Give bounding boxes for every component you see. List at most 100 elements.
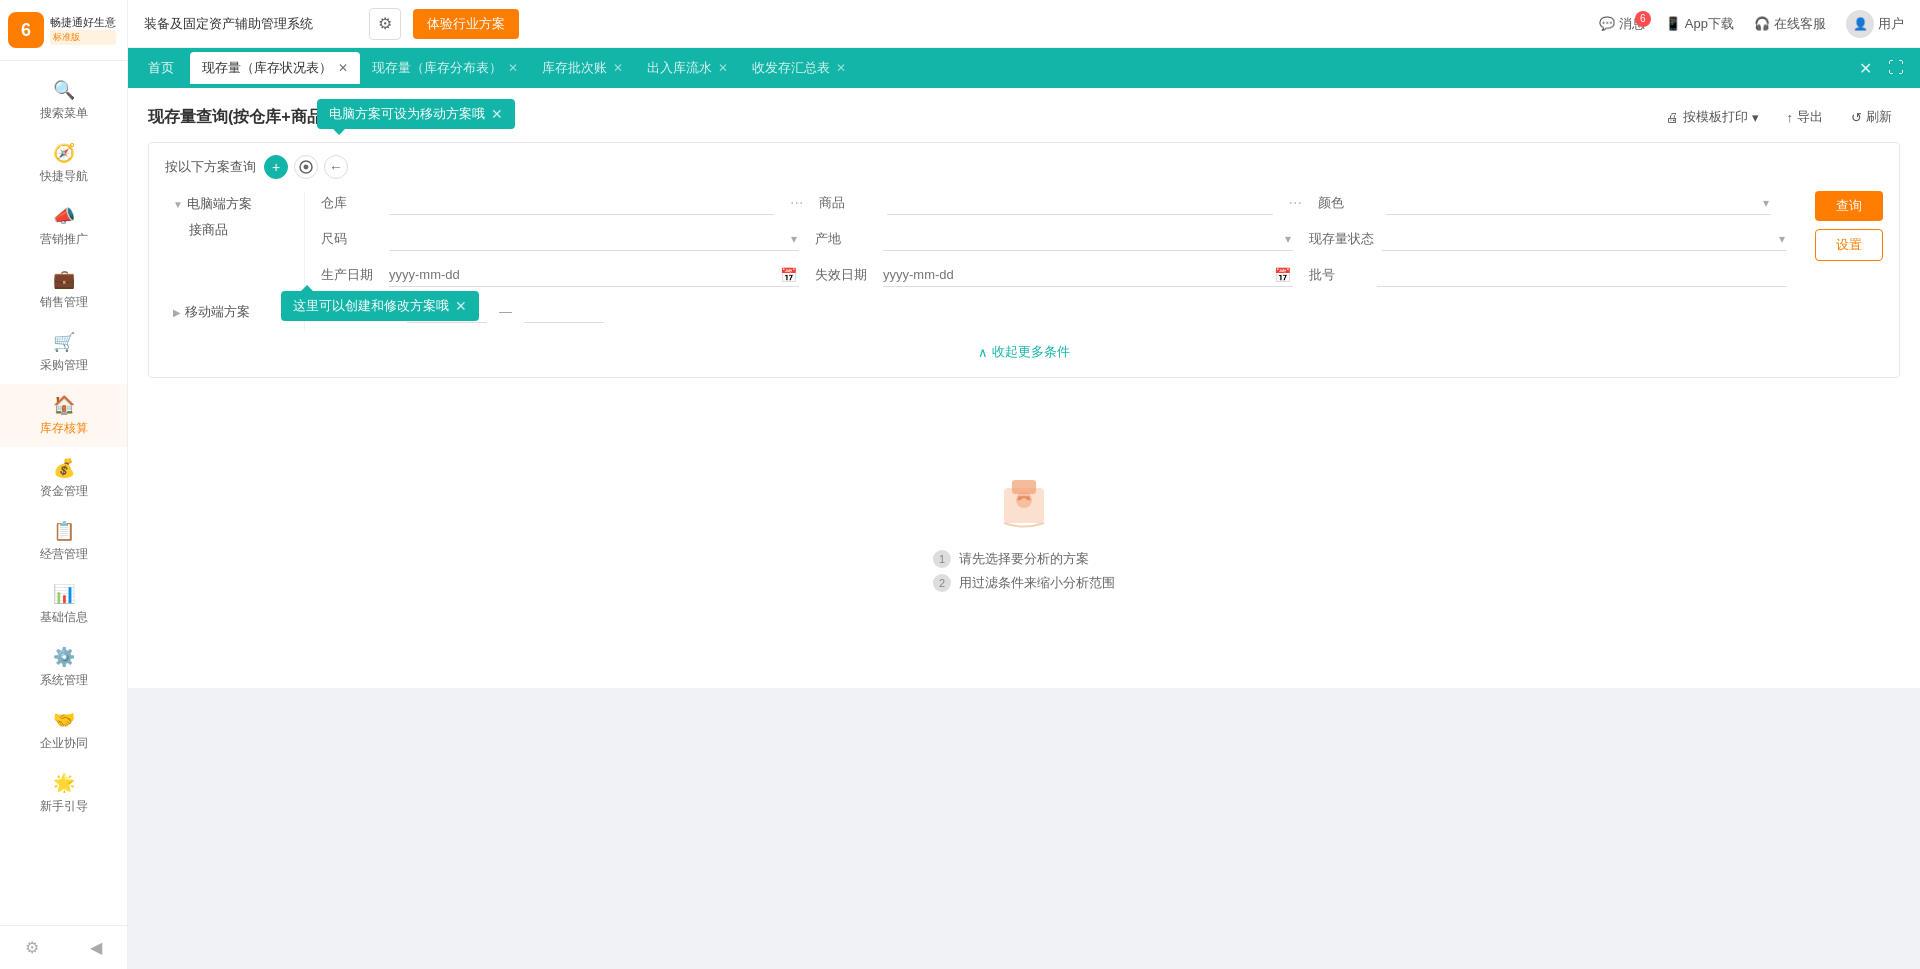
message-button[interactable]: 💬 消息 6: [1599, 15, 1645, 33]
app-download-button[interactable]: 📱 App下载: [1665, 15, 1734, 33]
expire-date-from-icon[interactable]: 📅: [1274, 267, 1291, 283]
print-button[interactable]: 🖨 按模板打印 ▾: [1658, 104, 1767, 130]
warehouse-dots[interactable]: ···: [790, 194, 803, 212]
sidebar-item-purchase[interactable]: 🛒 采购管理: [0, 321, 127, 384]
print-dropdown-icon: ▾: [1752, 110, 1759, 125]
finance-icon: 💰: [53, 457, 75, 479]
operation-icon: 📋: [53, 520, 75, 542]
sidebar-item-operation-label: 经营管理: [40, 546, 88, 563]
sidebar-item-finance[interactable]: 💰 资金管理: [0, 447, 127, 510]
filter-section: 按以下方案查询 + ← 电脑方案可设为移动方案哦: [148, 142, 1900, 378]
user-menu[interactable]: 👤 用户: [1846, 10, 1904, 38]
size-label: 尺码: [321, 230, 381, 248]
experience-button[interactable]: 体验行业方案: [413, 9, 519, 39]
main-area: 装备及固定资产辅助管理系统 ⚙ 体验行业方案 💬 消息 6 📱 App下载 🎧 …: [128, 0, 1920, 969]
sidebar-item-marketing[interactable]: 📣 营销推广: [0, 195, 127, 258]
sidebar-item-basic[interactable]: 📊 基础信息: [0, 573, 127, 636]
tab-summary-close[interactable]: ✕: [836, 61, 846, 75]
megaphone-icon: 📣: [53, 205, 75, 227]
settings-icon[interactable]: ⚙: [25, 938, 39, 957]
settings-button[interactable]: ⚙: [369, 8, 401, 40]
sidebar-item-quick-nav[interactable]: 🧭 快捷导航: [0, 132, 127, 195]
sidebar-item-guide[interactable]: 🌟 新手引导: [0, 762, 127, 825]
size-filter: 尺码 ▾: [321, 227, 799, 251]
stock-main-to[interactable]: [524, 299, 604, 323]
query-buttons: 查询 设置: [1803, 191, 1883, 331]
produce-date-from-wrap: 📅: [389, 263, 799, 287]
empty-state: 1 请先选择要分析的方案 2 用过滤条件来缩小分析范围: [148, 378, 1900, 672]
sidebar-item-sales[interactable]: 💼 销售管理: [0, 258, 127, 321]
color-select[interactable]: [1386, 191, 1771, 215]
user-avatar: 👤: [1846, 10, 1874, 38]
tabs-actions: ✕ ⛶: [1855, 55, 1916, 82]
sidebar-item-sales-label: 销售管理: [40, 294, 88, 311]
sidebar-item-search-label: 搜索菜单: [40, 105, 88, 122]
tabs-bar: 首页 现存量（库存状况表） ✕ 现存量（库存分布表） ✕ 库存批次账 ✕ 出入库…: [128, 48, 1920, 88]
batch-label: 批号: [1309, 266, 1369, 284]
app-download-label: App下载: [1685, 15, 1734, 33]
tab-batch-account-close[interactable]: ✕: [613, 61, 623, 75]
origin-filter: 产地 ▾: [815, 227, 1293, 251]
enterprise-icon: 🤝: [53, 709, 75, 731]
collapse-label: 收起更多条件: [992, 343, 1070, 361]
online-service-button[interactable]: 🎧 在线客服: [1754, 15, 1826, 33]
tab-inventory-status-close[interactable]: ✕: [338, 61, 348, 75]
scheme-tree-mobile[interactable]: ▶ 移动端方案: [165, 299, 292, 325]
popover2-text: 这里可以创建和修改方案哦: [293, 297, 449, 315]
system-select[interactable]: [325, 12, 357, 35]
refresh-button[interactable]: ↺ 刷新: [1843, 104, 1900, 130]
tab-summary-label: 收发存汇总表: [752, 59, 830, 77]
tip2-text: 用过滤条件来缩小分析范围: [959, 574, 1115, 592]
tabs-fullscreen[interactable]: ⛶: [1884, 55, 1908, 82]
tab-flow-close[interactable]: ✕: [718, 61, 728, 75]
stock-status-filter: 现存量状态 ▾: [1309, 227, 1787, 251]
goods-input[interactable]: [887, 191, 1272, 215]
warehouse-input[interactable]: [389, 191, 774, 215]
sidebar-item-system[interactable]: ⚙️ 系统管理: [0, 636, 127, 699]
collapse-icon[interactable]: ◀: [90, 938, 102, 957]
sidebar-item-inventory[interactable]: 🏠 库存核算: [0, 384, 127, 447]
sidebar-item-search[interactable]: 🔍 搜索菜单: [0, 69, 127, 132]
popover2-close[interactable]: ✕: [455, 298, 467, 314]
empty-tip-2: 2 用过滤条件来缩小分析范围: [933, 574, 1115, 592]
tab-inventory-distribution-close[interactable]: ✕: [508, 61, 518, 75]
topbar: 装备及固定资产辅助管理系统 ⚙ 体验行业方案 💬 消息 6 📱 App下载 🎧 …: [128, 0, 1920, 48]
reset-button[interactable]: 设置: [1815, 229, 1883, 261]
scheme-tree-by-goods[interactable]: 接商品: [165, 217, 292, 243]
popover1-close[interactable]: ✕: [491, 106, 503, 122]
produce-date-from-icon[interactable]: 📅: [780, 267, 797, 283]
empty-tip-1: 1 请先选择要分析的方案: [933, 550, 1115, 568]
filter-header: 按以下方案查询 + ← 电脑方案可设为移动方案哦: [165, 155, 1883, 179]
sidebar-logo: 6 畅捷通好生意 标准版: [0, 0, 127, 61]
goods-dots[interactable]: ···: [1289, 194, 1302, 212]
tab-inventory-distribution[interactable]: 现存量（库存分布表） ✕: [360, 52, 530, 84]
tab-batch-account[interactable]: 库存批次账 ✕: [530, 52, 635, 84]
query-button[interactable]: 查询: [1815, 191, 1883, 221]
tab-flow[interactable]: 出入库流水 ✕: [635, 52, 740, 84]
export-button[interactable]: ↑ 导出: [1779, 104, 1832, 130]
sidebar-item-operation[interactable]: 📋 经营管理: [0, 510, 127, 573]
arrow-back-button[interactable]: ←: [324, 155, 348, 179]
expire-date-label: 失效日期: [815, 266, 875, 284]
tab-inventory-distribution-label: 现存量（库存分布表）: [372, 59, 502, 77]
tab-home[interactable]: 首页: [132, 59, 190, 77]
tabs-close-all[interactable]: ✕: [1855, 55, 1876, 82]
size-select[interactable]: [389, 227, 799, 251]
tab-inventory-status-label: 现存量（库存状况表）: [202, 59, 332, 77]
collapse-more-button[interactable]: ∧ 收起更多条件: [165, 331, 1883, 365]
edit-scheme-button[interactable]: [294, 155, 318, 179]
batch-input[interactable]: [1377, 263, 1787, 287]
tab-inventory-status[interactable]: 现存量（库存状况表） ✕: [190, 52, 360, 84]
scheme-tree-pc[interactable]: ▼ 电脑端方案: [165, 191, 292, 217]
origin-select[interactable]: [883, 227, 1293, 251]
produce-date-from[interactable]: [389, 263, 799, 287]
purchase-icon: 🛒: [53, 331, 75, 353]
expire-date-from[interactable]: [883, 263, 1293, 287]
sidebar-item-guide-label: 新手引导: [40, 798, 88, 815]
add-scheme-button[interactable]: +: [264, 155, 288, 179]
sidebar-item-enterprise[interactable]: 🤝 企业协同: [0, 699, 127, 762]
app-title: 畅捷通好生意: [50, 15, 116, 30]
tab-summary[interactable]: 收发存汇总表 ✕: [740, 52, 858, 84]
stock-status-select[interactable]: [1382, 227, 1787, 251]
produce-date-filter: 生产日期 📅: [321, 263, 799, 287]
